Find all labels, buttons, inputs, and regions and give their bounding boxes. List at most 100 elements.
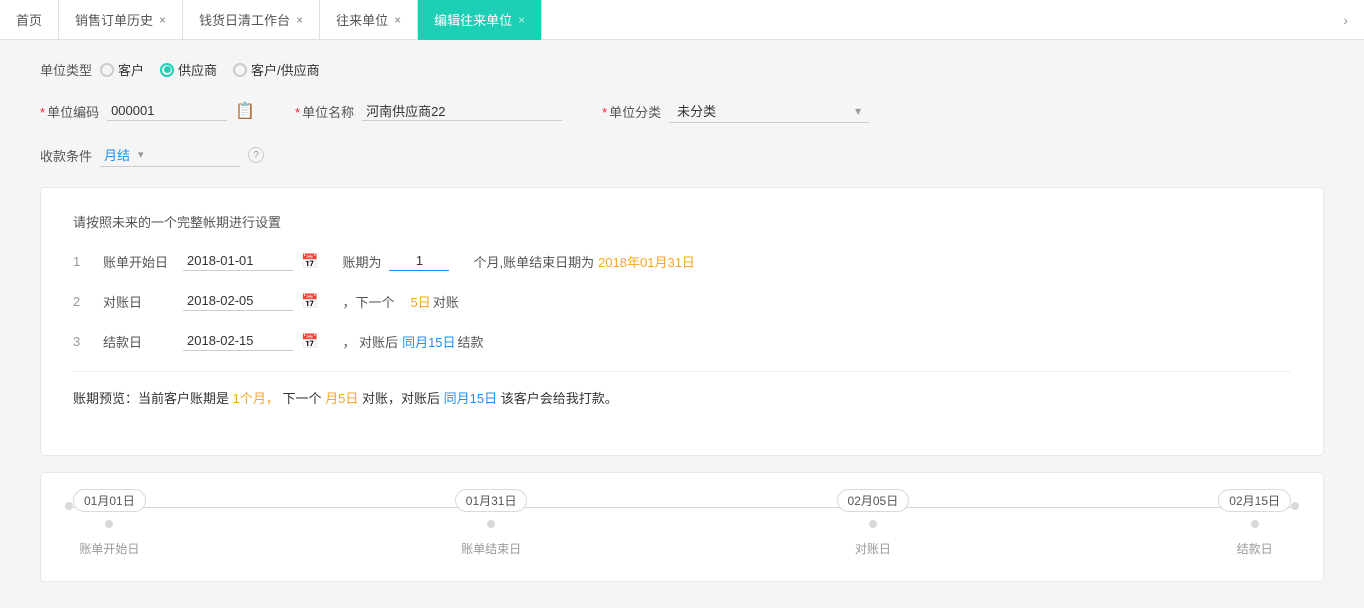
unit-code-input[interactable] bbox=[107, 101, 227, 121]
row-3-calendar-icon[interactable]: 📅 bbox=[301, 333, 318, 350]
timeline-node-4: 02月15日 结款日 bbox=[1218, 489, 1291, 557]
setting-row-1: 1 账单开始日 📅 账期为 个月,账单结束日期为 2018年01月31日 bbox=[73, 251, 1291, 271]
setting-row-3: 3 结款日 📅 ， 对账后 同月15日 结款 bbox=[73, 331, 1291, 351]
radio-group-unit-type: 客户 供应商 客户/供应商 bbox=[100, 60, 320, 79]
tab-sales-history-close[interactable]: × bbox=[159, 13, 166, 27]
timeline-left-dot bbox=[65, 502, 73, 510]
tab-cash-work-close[interactable]: × bbox=[296, 13, 303, 27]
row-2-label: 对账日 bbox=[103, 292, 183, 311]
main-content: 单位类型 客户 供应商 客户/供应商 *单位编码 bbox=[0, 40, 1364, 602]
payment-terms-row: 收款条件 月结 ▾ ? bbox=[40, 143, 1324, 167]
node-4-dot bbox=[1251, 520, 1259, 528]
node-1-label: 账单开始日 bbox=[79, 540, 139, 557]
node-2-badge: 01月31日 bbox=[455, 489, 528, 512]
preview-highlight2: 月5日 bbox=[325, 391, 358, 406]
payment-terms-select[interactable]: 月结 ▾ bbox=[100, 143, 240, 167]
preview-text2: 下一个 bbox=[282, 391, 321, 406]
timeline-inner: 01月01日 账单开始日 01月31日 账单结束日 02月05日 对账日 bbox=[73, 489, 1291, 557]
radio-supplier-label: 供应商 bbox=[178, 60, 217, 79]
radio-both-circle bbox=[233, 63, 247, 77]
preview-text: 账期预览：当前客户账期是 1个月， 下一个 月5日 对账，对账后 同月15日 该… bbox=[73, 371, 1291, 407]
timeline-right-dot bbox=[1291, 502, 1299, 510]
row-3-date-input[interactable] bbox=[183, 331, 293, 351]
preview-text4: 该客户会给我打款。 bbox=[501, 391, 618, 406]
unit-name-field: *单位名称 bbox=[295, 101, 562, 121]
row-3-suffix: 结款 bbox=[458, 332, 484, 351]
tab-edit-unit[interactable]: 编辑往来单位 × bbox=[418, 0, 542, 40]
tab-edit-unit-label: 编辑往来单位 bbox=[434, 10, 512, 29]
node-3-badge: 02月05日 bbox=[837, 489, 910, 512]
unit-details-row: *单位编码 📋 *单位名称 *单位分类 未分类 ▾ bbox=[40, 99, 1324, 123]
node-2-label: 账单结束日 bbox=[461, 540, 521, 557]
row-1-end-date: 2018年01月31日 bbox=[598, 252, 695, 271]
unit-type-row: 单位类型 客户 供应商 客户/供应商 bbox=[40, 60, 1324, 79]
tab-home[interactable]: 首页 bbox=[8, 0, 59, 40]
node-4-label: 结款日 bbox=[1237, 540, 1273, 557]
row-1-date-input[interactable] bbox=[183, 251, 293, 271]
tabs-bar: 首页 销售订单历史 × 钱货日清工作台 × 往来单位 × 编辑往来单位 × › bbox=[0, 0, 1364, 40]
tabs-chevron[interactable]: › bbox=[1335, 12, 1356, 28]
unit-name-input[interactable] bbox=[362, 101, 562, 121]
row-3-highlight: 同月15日 bbox=[402, 332, 455, 351]
timeline-section: 01月01日 账单开始日 01月31日 账单结束日 02月05日 对账日 bbox=[40, 472, 1324, 582]
panel-instruction: 请按照未来的一个完整帐期进行设置 bbox=[73, 212, 1291, 231]
radio-customer-label: 客户 bbox=[118, 60, 144, 79]
preview-period: 1个月， bbox=[233, 391, 279, 406]
row-1-suffix: 个月,账单结束日期为 bbox=[473, 252, 594, 271]
copy-icon[interactable]: 📋 bbox=[235, 101, 255, 121]
payment-terms-arrow: ▾ bbox=[138, 148, 144, 161]
timeline-nodes: 01月01日 账单开始日 01月31日 账单结束日 02月05日 对账日 bbox=[73, 489, 1291, 557]
radio-supplier[interactable]: 供应商 bbox=[160, 60, 217, 79]
node-1-badge: 01月01日 bbox=[73, 489, 146, 512]
tab-partner-unit-label: 往来单位 bbox=[336, 10, 388, 29]
node-3-dot bbox=[869, 520, 877, 528]
tab-sales-history[interactable]: 销售订单历史 × bbox=[59, 0, 183, 40]
unit-category-select[interactable]: 未分类 ▾ bbox=[669, 99, 869, 123]
unit-name-label: *单位名称 bbox=[295, 102, 354, 121]
timeline-node-1: 01月01日 账单开始日 bbox=[73, 489, 146, 557]
tab-sales-history-label: 销售订单历史 bbox=[75, 10, 153, 29]
unit-category-star: * bbox=[602, 105, 607, 120]
node-4-badge: 02月15日 bbox=[1218, 489, 1291, 512]
unit-category-label: *单位分类 bbox=[602, 102, 661, 121]
unit-category-arrow: ▾ bbox=[855, 104, 861, 118]
row-3-label: 结款日 bbox=[103, 332, 183, 351]
node-3-label: 对账日 bbox=[855, 540, 891, 557]
tab-partner-unit-close[interactable]: × bbox=[394, 13, 401, 27]
settings-panel: 请按照未来的一个完整帐期进行设置 1 账单开始日 📅 账期为 个月,账单结束日期… bbox=[40, 187, 1324, 456]
unit-category-field: *单位分类 未分类 ▾ bbox=[602, 99, 869, 123]
row-3-num: 3 bbox=[73, 334, 103, 349]
row-3-prefix: ， 对账后 bbox=[342, 332, 398, 351]
timeline-node-2: 01月31日 账单结束日 bbox=[455, 489, 528, 557]
tab-cash-work[interactable]: 钱货日清工作台 × bbox=[183, 0, 320, 40]
timeline-node-3: 02月05日 对账日 bbox=[837, 489, 910, 557]
period-input[interactable] bbox=[389, 251, 449, 271]
radio-customer[interactable]: 客户 bbox=[100, 60, 144, 79]
payment-terms-value: 月结 bbox=[104, 145, 130, 164]
tab-cash-work-label: 钱货日清工作台 bbox=[199, 10, 290, 29]
payment-terms-field: 收款条件 月结 ▾ ? bbox=[40, 143, 264, 167]
help-icon[interactable]: ? bbox=[248, 147, 264, 163]
preview-label: 账期预览：当前客户账期是 bbox=[73, 391, 233, 406]
preview-highlight3: 同月15日 bbox=[444, 391, 497, 406]
setting-row-2: 2 对账日 📅 ，下一个 5日 对账 bbox=[73, 291, 1291, 311]
row-2-num: 2 bbox=[73, 294, 103, 309]
row-1-calendar-icon[interactable]: 📅 bbox=[301, 253, 318, 270]
row-1-num: 1 bbox=[73, 254, 103, 269]
row-2-calendar-icon[interactable]: 📅 bbox=[301, 293, 318, 310]
unit-type-field: 单位类型 客户 供应商 客户/供应商 bbox=[40, 60, 320, 79]
unit-name-star: * bbox=[295, 105, 300, 120]
row-2-date-input[interactable] bbox=[183, 291, 293, 311]
radio-both-label: 客户/供应商 bbox=[251, 60, 320, 79]
timeline-wrapper: 01月01日 账单开始日 01月31日 账单结束日 02月05日 对账日 bbox=[65, 489, 1299, 557]
unit-code-label: *单位编码 bbox=[40, 102, 99, 121]
tab-home-label: 首页 bbox=[16, 10, 42, 29]
radio-supplier-circle bbox=[160, 63, 174, 77]
node-1-dot bbox=[105, 520, 113, 528]
row-2-suffix: 对账 bbox=[433, 292, 459, 311]
tab-edit-unit-close[interactable]: × bbox=[518, 13, 525, 27]
row-2-prefix: ，下一个 bbox=[342, 292, 394, 311]
tab-partner-unit[interactable]: 往来单位 × bbox=[320, 0, 418, 40]
radio-both[interactable]: 客户/供应商 bbox=[233, 60, 320, 79]
payment-terms-label: 收款条件 bbox=[40, 146, 92, 165]
